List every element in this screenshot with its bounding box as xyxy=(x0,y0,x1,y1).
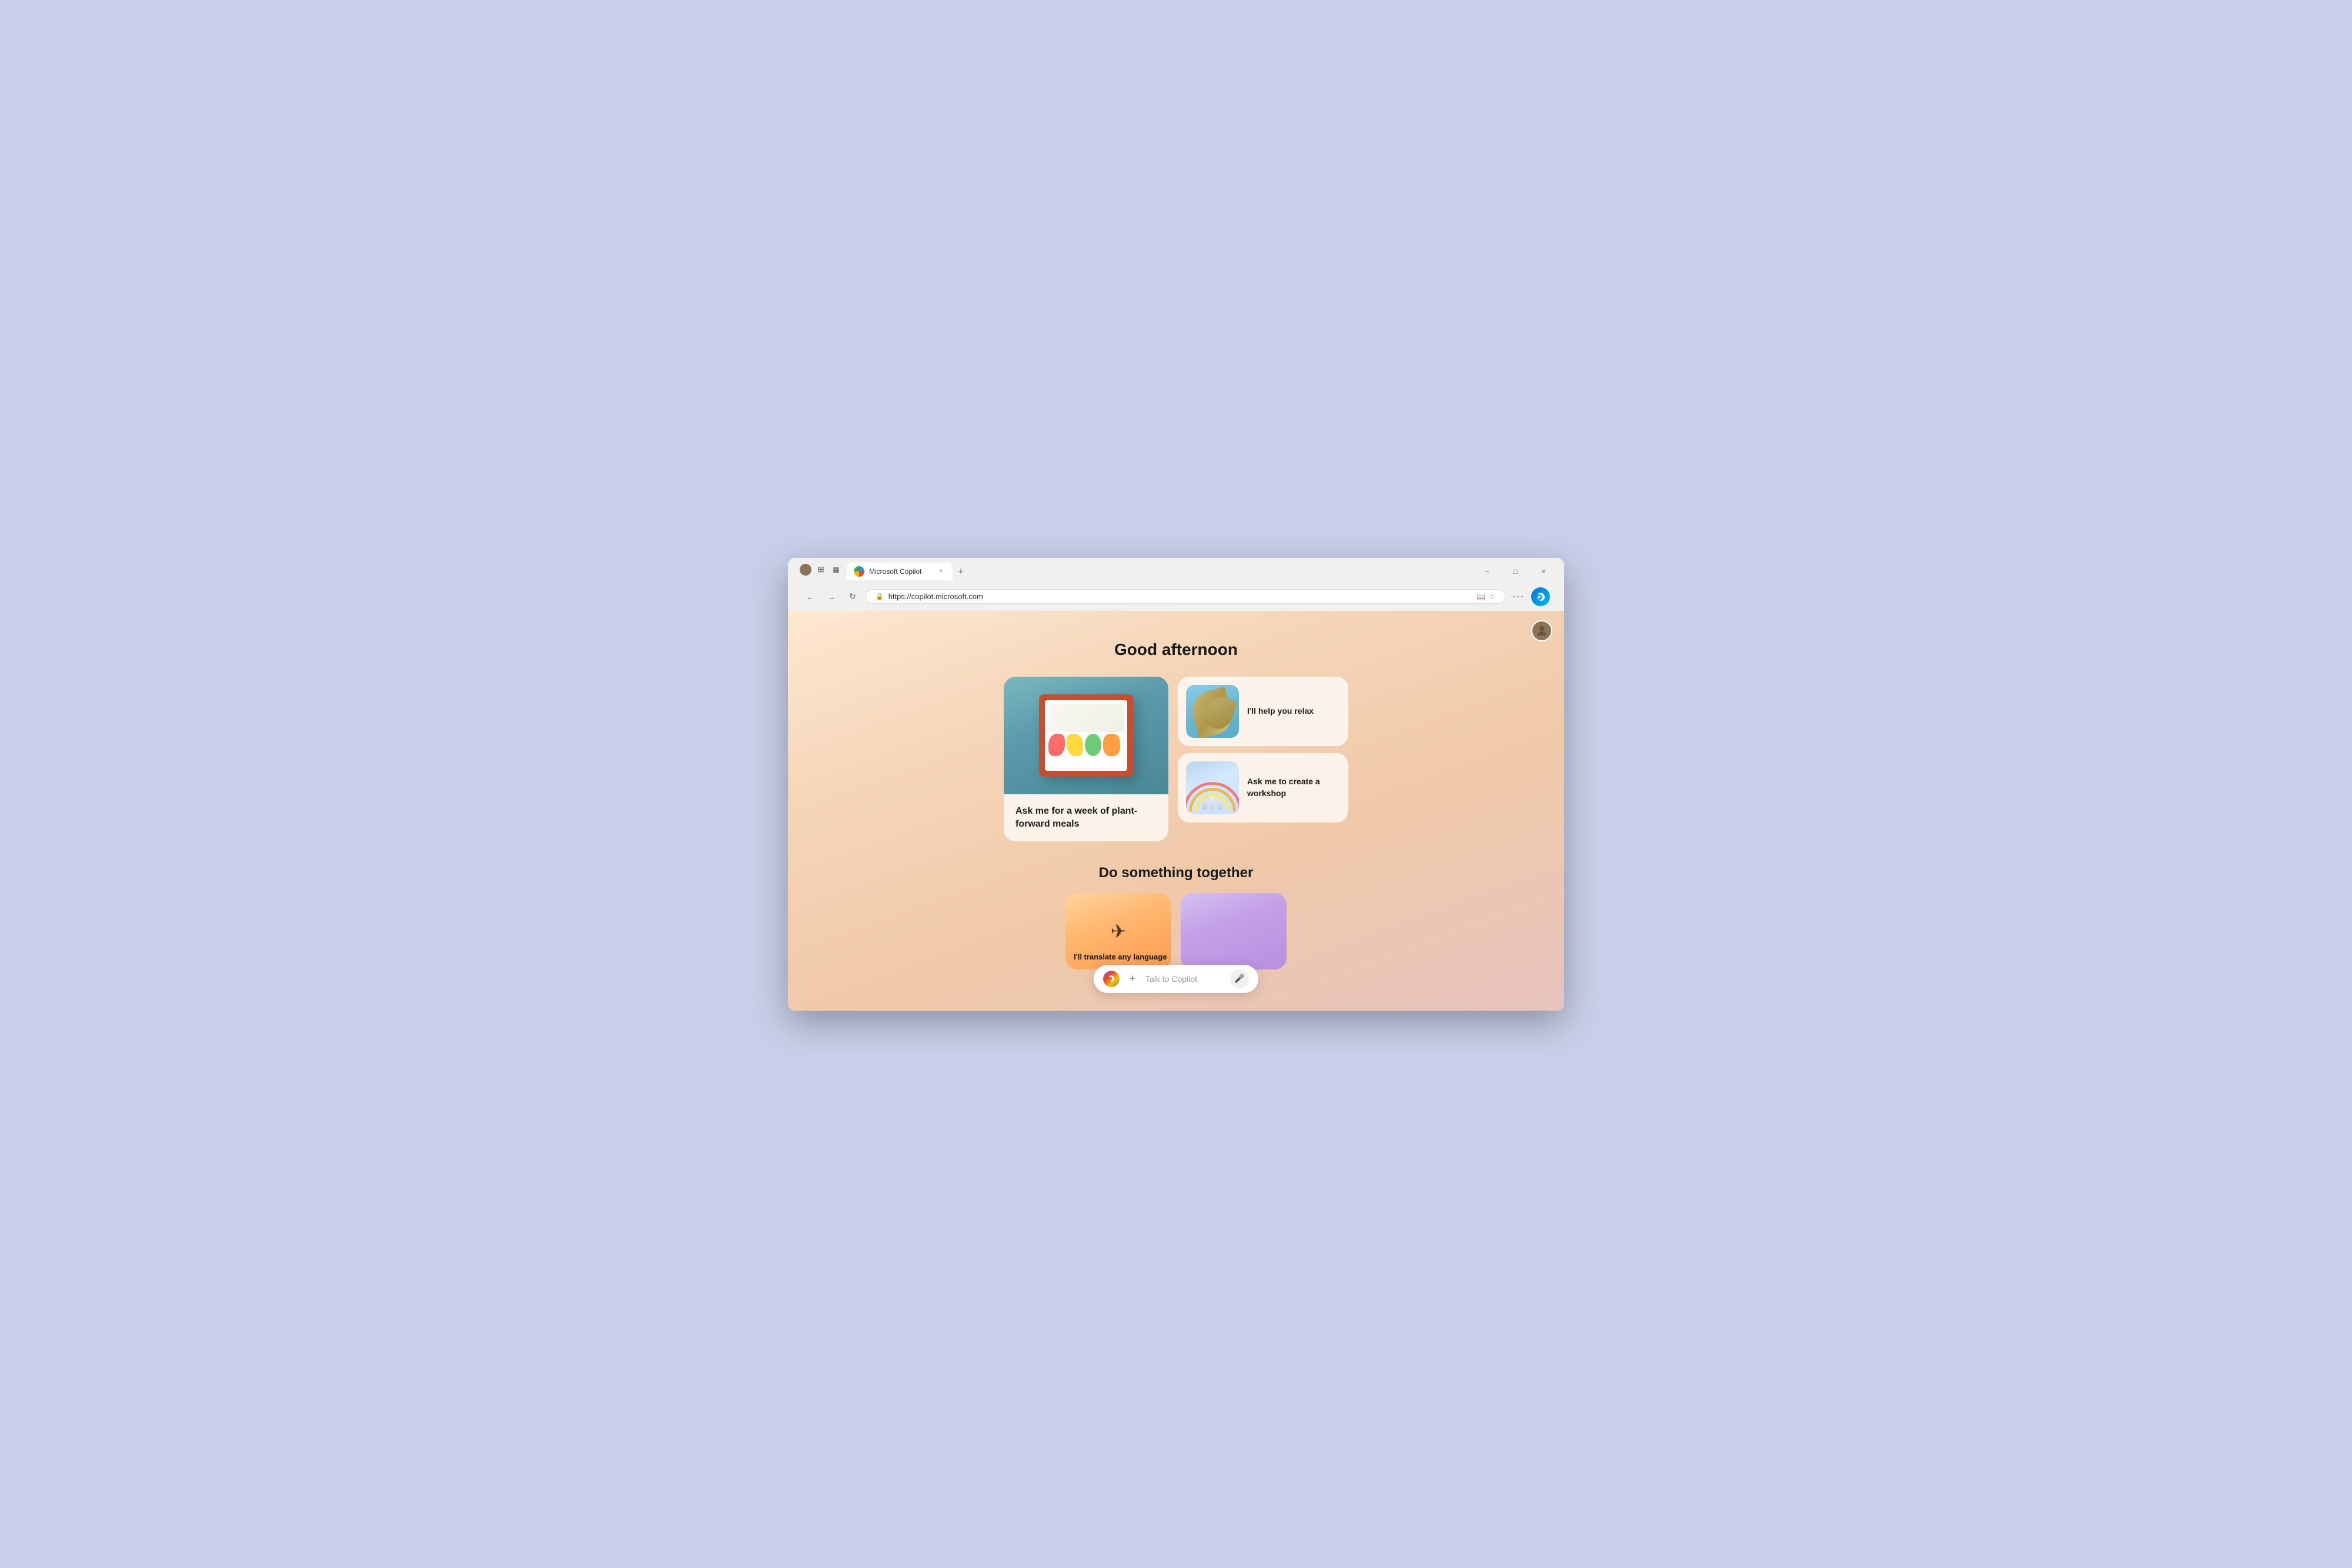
workshop-text: Ask me to create a workshop xyxy=(1247,776,1340,799)
rainbow-background xyxy=(1186,761,1239,814)
browser-titlebar: ⊞ ▦ Microsoft Copilot × + − □ × ← → ↻ xyxy=(788,558,1564,611)
address-bar-row: ← → ↻ 🔒 https://copilot.microsoft.com 📖 … xyxy=(795,584,1557,611)
tab-favicon xyxy=(854,566,864,577)
new-tab-button[interactable]: + xyxy=(953,564,969,580)
bento-box xyxy=(1039,694,1133,777)
cylinder-1 xyxy=(1203,799,1207,810)
leaf-container xyxy=(1192,688,1233,735)
cylinder-3 xyxy=(1218,800,1222,810)
browser-window: ⊞ ▦ Microsoft Copilot × + − □ × ← → ↻ xyxy=(788,558,1564,1011)
relax-card[interactable]: I'll help you relax xyxy=(1178,677,1348,746)
bento-inner xyxy=(1045,700,1127,771)
chat-input[interactable]: Talk to Copilot xyxy=(1145,974,1224,984)
extensions-icon[interactable]: ⊞ xyxy=(815,564,827,576)
chat-bar[interactable]: + Talk to Copilot 🎤 xyxy=(1094,965,1258,993)
url-text: https://copilot.microsoft.com xyxy=(888,592,983,601)
section-title: Do something together xyxy=(788,865,1564,881)
plant-meals-text: Ask me for a week of plant-forward meals xyxy=(1004,794,1168,842)
forward-button[interactable]: → xyxy=(823,589,840,605)
plant-meals-image xyxy=(1004,677,1168,794)
user-avatar[interactable] xyxy=(1531,620,1552,641)
window-controls: − □ × xyxy=(1474,563,1557,580)
relax-image xyxy=(1186,685,1239,738)
greeting-heading: Good afternoon xyxy=(788,611,1564,659)
active-tab[interactable]: Microsoft Copilot × xyxy=(847,563,953,580)
workshop-card[interactable]: Ask me to create a workshop xyxy=(1178,753,1348,823)
copilot-icon xyxy=(1103,971,1120,987)
address-bar[interactable]: 🔒 https://copilot.microsoft.com 📖 ☆ xyxy=(866,589,1505,604)
relax-text: I'll help you relax xyxy=(1247,706,1314,717)
bento-background xyxy=(1004,677,1168,794)
purple-background xyxy=(1181,893,1287,969)
maximize-button[interactable]: □ xyxy=(1502,563,1529,580)
workshop-image xyxy=(1186,761,1239,814)
translate-text: I'll translate any language xyxy=(1074,952,1167,962)
close-button[interactable]: × xyxy=(1530,563,1557,580)
address-bar-icons: 📖 ☆ xyxy=(1476,593,1495,601)
purple-card[interactable] xyxy=(1181,893,1287,969)
back-button[interactable]: ← xyxy=(802,589,818,605)
page-content: Good afternoon xyxy=(788,611,1564,1011)
main-cards-grid: Ask me for a week of plant-forward meals xyxy=(788,677,1564,842)
leaf-background xyxy=(1186,685,1239,738)
profile-icon[interactable] xyxy=(800,564,811,576)
plant-meals-card[interactable]: Ask me for a week of plant-forward meals xyxy=(1004,677,1168,842)
light-cylinders xyxy=(1203,797,1222,810)
more-options-button[interactable]: ··· xyxy=(1510,589,1526,605)
chat-plus-button[interactable]: + xyxy=(1125,972,1140,986)
minimize-button[interactable]: − xyxy=(1474,563,1501,580)
tab-bar-wrapper: ⊞ ▦ Microsoft Copilot × + − □ × xyxy=(795,563,1557,580)
tab-close-button[interactable]: × xyxy=(936,567,946,576)
reader-icon[interactable]: 📖 xyxy=(1476,593,1485,601)
translate-card[interactable]: ✈ I'll translate any language xyxy=(1065,893,1171,969)
lock-icon: 🔒 xyxy=(876,593,884,600)
cards-right: I'll help you relax xyxy=(1178,677,1348,842)
mic-button[interactable]: 🎤 xyxy=(1230,969,1249,988)
reload-button[interactable]: ↻ xyxy=(844,589,861,605)
cylinder-2 xyxy=(1211,797,1215,810)
bottom-cards: ✈ I'll translate any language xyxy=(788,893,1564,969)
tab-title: Microsoft Copilot xyxy=(869,567,921,576)
favorites-icon[interactable]: ☆ xyxy=(1489,593,1495,601)
tab-left: ⊞ ▦ Microsoft Copilot × + xyxy=(795,563,969,580)
edge-browser-icon xyxy=(1531,587,1550,606)
airplane-icon: ✈ xyxy=(1111,920,1127,942)
sidebar-icon[interactable]: ▦ xyxy=(830,564,842,576)
